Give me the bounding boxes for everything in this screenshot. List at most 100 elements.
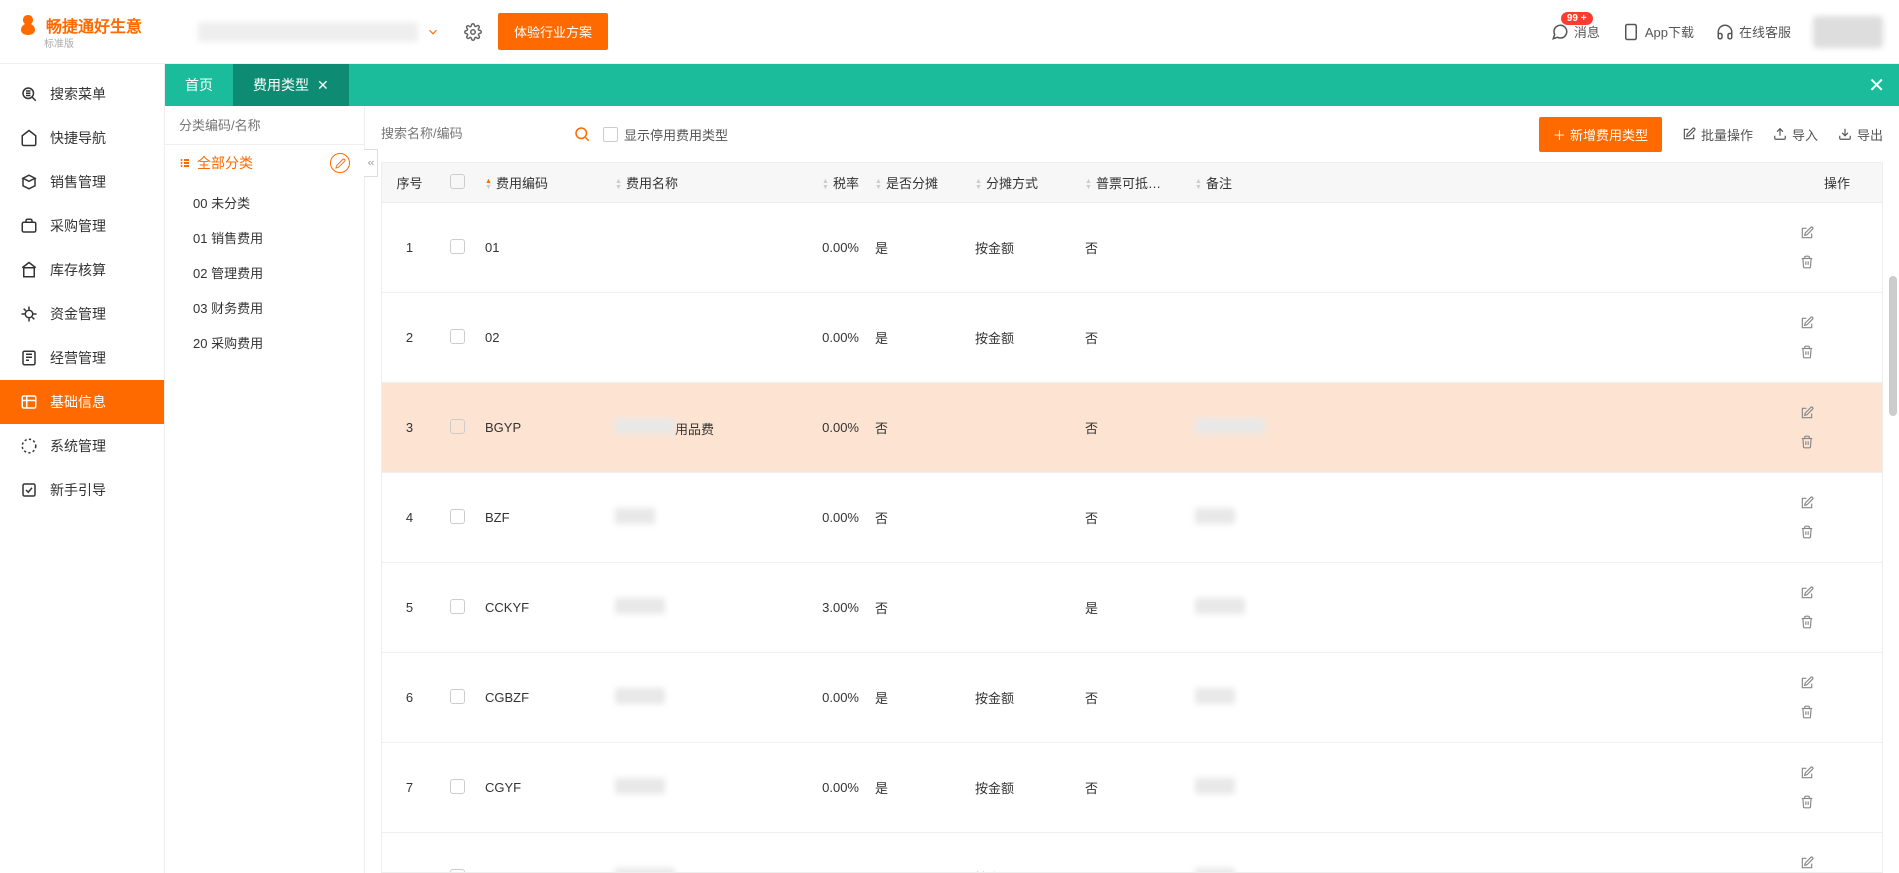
cell-method: 按金额: [967, 653, 1077, 743]
list-dots-icon: [179, 157, 191, 169]
blurred-text: [1195, 778, 1235, 794]
sidebar-item-0[interactable]: 搜索菜单: [0, 72, 164, 116]
export-button[interactable]: 导出: [1838, 125, 1883, 144]
cell-code: BZF: [477, 473, 607, 563]
row-edit-button[interactable]: [1800, 406, 1874, 420]
category-item-4[interactable]: 20 采购费用: [165, 325, 364, 360]
sidebar-item-9[interactable]: 新手引导: [0, 468, 164, 512]
sidebar-item-2[interactable]: 销售管理: [0, 160, 164, 204]
col-rate[interactable]: ▲▼税率: [777, 163, 867, 203]
col-code[interactable]: ▲▼费用编码: [477, 163, 607, 203]
add-expense-type-button[interactable]: ＋ 新增费用类型: [1539, 117, 1662, 152]
cell-code: 02: [477, 293, 607, 383]
cell-code: 01: [477, 203, 607, 293]
messages-link[interactable]: 99 + 消息: [1551, 22, 1600, 41]
col-check[interactable]: [437, 163, 477, 203]
user-avatar[interactable]: [1813, 16, 1883, 48]
row-delete-button[interactable]: [1800, 525, 1874, 539]
cell-rate: 0.00%: [777, 383, 867, 473]
collapse-category-panel[interactable]: [364, 149, 378, 177]
blurred-text: [615, 778, 665, 794]
experience-button[interactable]: 体验行业方案: [498, 13, 608, 50]
cell-name: [607, 473, 777, 563]
sidebar-item-4[interactable]: 库存核算: [0, 248, 164, 292]
tab-close-all[interactable]: ✕: [1854, 64, 1899, 106]
checkbox-icon: [450, 419, 465, 434]
row-delete-button[interactable]: [1800, 795, 1874, 809]
money-icon: [20, 305, 38, 323]
row-edit-button[interactable]: [1800, 676, 1874, 690]
col-name[interactable]: ▲▼费用名称: [607, 163, 777, 203]
import-button[interactable]: 导入: [1773, 125, 1818, 144]
category-search-input[interactable]: [179, 118, 355, 133]
category-item-0[interactable]: 00 未分类: [165, 185, 364, 220]
cell-check[interactable]: [437, 563, 477, 653]
show-disabled-checkbox[interactable]: 显示停用费用类型: [603, 125, 728, 144]
row-edit-button[interactable]: [1800, 316, 1874, 330]
table-row[interactable]: 8CGZXF0.00%是按金额否: [382, 833, 1882, 873]
cell-allocate: 否: [867, 473, 967, 563]
table-row[interactable]: 1010.00%是按金额否: [382, 203, 1882, 293]
row-delete-button[interactable]: [1800, 705, 1874, 719]
col-method[interactable]: ▲▼分摊方式: [967, 163, 1077, 203]
sidebar-item-7[interactable]: 基础信息: [0, 380, 164, 424]
chat-icon: [1551, 23, 1569, 41]
cell-check[interactable]: [437, 743, 477, 833]
tab-label: 费用类型: [253, 75, 309, 95]
cell-check[interactable]: [437, 383, 477, 473]
document-icon: [20, 349, 38, 367]
sidebar-item-5[interactable]: 资金管理: [0, 292, 164, 336]
checkbox-icon: [603, 127, 618, 142]
col-deductible[interactable]: ▲▼普票可抵…: [1077, 163, 1187, 203]
search-menu-icon: [20, 85, 38, 103]
row-edit-button[interactable]: [1800, 496, 1874, 510]
tab-0[interactable]: 首页: [165, 64, 233, 106]
cell-ops: [1792, 743, 1882, 833]
cell-seq: 1: [382, 203, 437, 293]
tab-1[interactable]: 费用类型 ✕: [233, 64, 349, 106]
edit-icon: [1682, 127, 1696, 141]
category-edit-button[interactable]: [330, 153, 350, 173]
vertical-scrollbar-thumb[interactable]: [1889, 276, 1897, 416]
table-row[interactable]: 6CGBZF0.00%是按金额否: [382, 653, 1882, 743]
category-item-2[interactable]: 02 管理费用: [165, 255, 364, 290]
cell-check[interactable]: [437, 473, 477, 563]
sidebar-item-6[interactable]: 经营管理: [0, 336, 164, 380]
table-row[interactable]: 7CGYF0.00%是按金额否: [382, 743, 1882, 833]
table-row[interactable]: 5CCKYF3.00%否是: [382, 563, 1882, 653]
cell-check[interactable]: [437, 293, 477, 383]
batch-ops-button[interactable]: 批量操作: [1682, 125, 1753, 144]
data-search-input[interactable]: [381, 126, 567, 142]
online-service-link[interactable]: 在线客服: [1716, 22, 1791, 41]
col-seq[interactable]: 序号: [382, 163, 437, 203]
table-row[interactable]: 2020.00%是按金额否: [382, 293, 1882, 383]
table-row[interactable]: 3BGYP用品费0.00%否否: [382, 383, 1882, 473]
category-item-1[interactable]: 01 销售费用: [165, 220, 364, 255]
checkbox-icon: [450, 779, 465, 794]
row-edit-button[interactable]: [1800, 856, 1874, 870]
cell-check[interactable]: [437, 653, 477, 743]
export-icon: [1838, 127, 1852, 141]
row-edit-button[interactable]: [1800, 766, 1874, 780]
row-edit-button[interactable]: [1800, 586, 1874, 600]
table-row[interactable]: 4BZF0.00%否否: [382, 473, 1882, 563]
row-edit-button[interactable]: [1800, 226, 1874, 240]
cell-check[interactable]: [437, 833, 477, 873]
company-selector[interactable]: [186, 12, 452, 52]
row-delete-button[interactable]: [1800, 615, 1874, 629]
row-delete-button[interactable]: [1800, 345, 1874, 359]
sidebar-item-1[interactable]: 快捷导航: [0, 116, 164, 160]
sidebar-item-3[interactable]: 采购管理: [0, 204, 164, 248]
col-allocate[interactable]: ▲▼是否分摊: [867, 163, 967, 203]
col-remark[interactable]: ▲▼备注: [1187, 163, 1792, 203]
cell-check[interactable]: [437, 203, 477, 293]
sidebar-item-8[interactable]: 系统管理: [0, 424, 164, 468]
row-delete-button[interactable]: [1800, 435, 1874, 449]
row-delete-button[interactable]: [1800, 255, 1874, 269]
tab-close-icon[interactable]: ✕: [317, 77, 329, 94]
app-download-link[interactable]: App下载: [1622, 22, 1694, 41]
category-all[interactable]: 全部分类: [165, 144, 364, 181]
settings-button[interactable]: [464, 23, 482, 41]
cell-rate: 0.00%: [777, 833, 867, 873]
category-item-3[interactable]: 03 财务费用: [165, 290, 364, 325]
